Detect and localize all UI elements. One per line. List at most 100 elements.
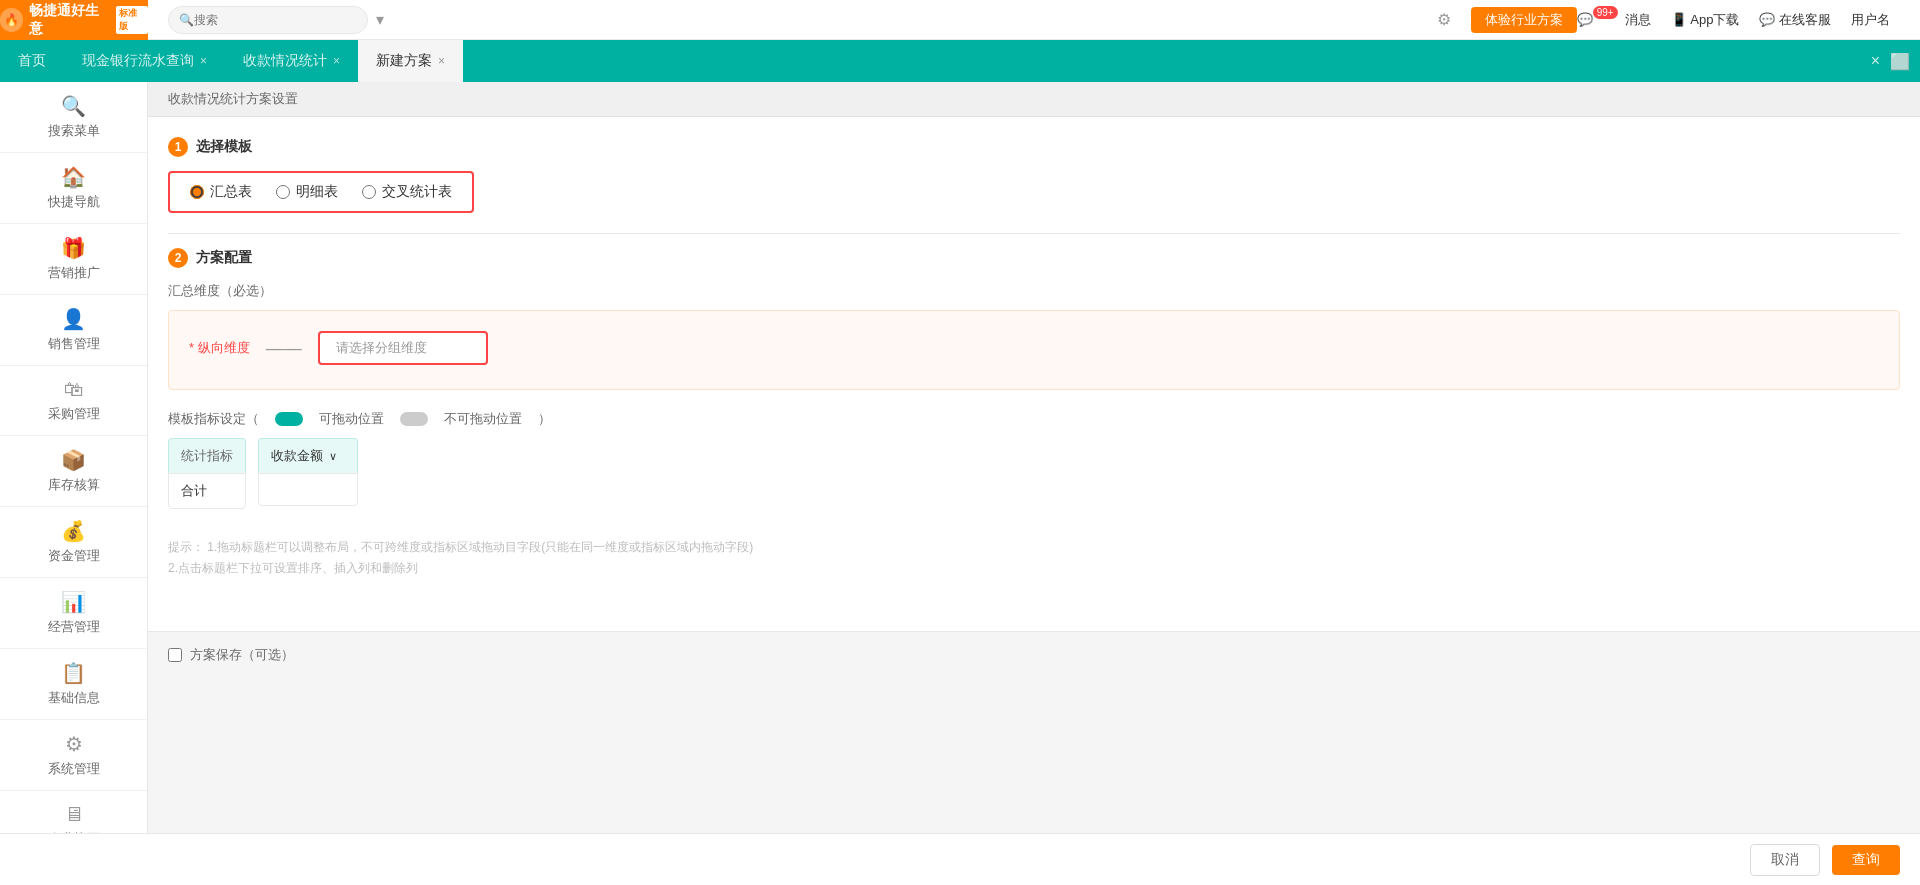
dimension-placeholder: 请选择分组维度 [336, 340, 427, 355]
bottom-bar: 取消 查询 [0, 833, 1920, 885]
metrics-col-header[interactable]: 收款金额 ∨ [258, 438, 358, 473]
metrics-table-wrapper: 统计指标 合计 收款金额 ∨ [168, 438, 1900, 509]
logo-icon: 🔥 [0, 8, 23, 32]
radio-cross-label: 交叉统计表 [382, 183, 452, 201]
step2-number: 2 [168, 248, 188, 268]
tab-new-plan-close[interactable]: × [438, 54, 445, 68]
breadcrumb-text: 收款情况统计方案设置 [168, 91, 298, 106]
tab-cash-bank-close[interactable]: × [200, 54, 207, 68]
search-bar-area: 🔍 ▾ [148, 6, 1437, 34]
main-layout: 🔍 搜索菜单 🏠 快捷导航 🎁 营销推广 👤 销售管理 🛍 采购管理 📦 库存核… [0, 82, 1920, 833]
template-option-detail[interactable]: 明细表 [276, 183, 338, 201]
save-label: 方案保存（可选） [190, 646, 294, 664]
dimension-row: 纵向维度 —— 请选择分组维度 [189, 331, 1879, 365]
metrics-value-row [258, 473, 358, 506]
divider-1 [168, 233, 1900, 234]
draggable-label: 可拖动位置 [319, 410, 384, 428]
sidebar-item-label: 资金管理 [48, 547, 100, 565]
management-icon: 📊 [61, 590, 86, 614]
template-selection-box: 汇总表 明细表 交叉统计表 [168, 171, 474, 213]
app-download[interactable]: 📱 App下载 [1671, 11, 1739, 29]
sidebar-item-enterprise[interactable]: 🖥 企业协同 [0, 791, 147, 833]
stats-total-label: 合计 [181, 483, 207, 498]
step2-title: 方案配置 [196, 249, 252, 267]
service-icon: 💬 [1759, 12, 1775, 27]
radio-cross[interactable] [362, 185, 376, 199]
tab-home[interactable]: 首页 [0, 40, 64, 82]
sidebar-item-search-menu[interactable]: 🔍 搜索菜单 [0, 82, 147, 153]
purchase-icon: 🛍 [64, 378, 84, 401]
dropdown-arrow-icon[interactable]: ▾ [376, 10, 384, 29]
marketing-icon: 🎁 [61, 236, 86, 260]
sidebar-item-management[interactable]: 📊 经营管理 [0, 578, 147, 649]
tip-line-1: 提示： 1.拖动标题栏可以调整布局，不可跨维度或指标区域拖动目字段(只能在同一维… [168, 539, 1900, 556]
metrics-value-column: 收款金额 ∨ [258, 438, 358, 509]
save-section: 方案保存（可选） [148, 631, 1920, 678]
metrics-title: 模板指标设定（ [168, 410, 259, 428]
step1-header: 1 选择模板 [168, 137, 1900, 157]
tab-new-plan-label: 新建方案 [376, 52, 432, 70]
download-label: App下载 [1690, 12, 1739, 27]
sidebar-item-label: 营销推广 [48, 264, 100, 282]
column-header-label: 收款金额 [271, 447, 323, 465]
cancel-button[interactable]: 取消 [1750, 844, 1820, 876]
dimension-area: 纵向维度 —— 请选择分组维度 [168, 310, 1900, 390]
message-area[interactable]: 💬 99+ 消息 [1577, 11, 1651, 29]
system-icon: ⚙ [65, 732, 83, 756]
sidebar-item-label: 搜索菜单 [48, 122, 100, 140]
sidebar-item-basic-info[interactable]: 📋 基础信息 [0, 649, 147, 720]
message-label: 消息 [1625, 12, 1651, 27]
step2-header: 2 方案配置 [168, 248, 1900, 268]
logo-badge: 标准版 [116, 6, 148, 34]
close-paren: ） [538, 410, 551, 428]
sidebar-item-system[interactable]: ⚙ 系统管理 [0, 720, 147, 791]
template-option-cross[interactable]: 交叉统计表 [362, 183, 452, 201]
radio-detail[interactable] [276, 185, 290, 199]
dimension-title: 汇总维度（必选） [168, 282, 1900, 300]
metrics-section: 模板指标设定（ 可拖动位置 不可拖动位置 ） 统计指标 [168, 410, 1900, 509]
sidebar-item-label: 系统管理 [48, 760, 100, 778]
query-button[interactable]: 查询 [1832, 845, 1900, 875]
radio-detail-label: 明细表 [296, 183, 338, 201]
sidebar-item-purchase[interactable]: 🛍 采购管理 [0, 366, 147, 436]
stats-total-row: 合计 [168, 473, 246, 509]
quick-nav-icon: 🏠 [61, 165, 86, 189]
save-checkbox[interactable] [168, 648, 182, 662]
online-service[interactable]: 💬 在线客服 [1759, 11, 1831, 29]
sidebar-item-label: 采购管理 [48, 405, 100, 423]
sidebar-item-finance[interactable]: 💰 资金管理 [0, 507, 147, 578]
template-option-summary[interactable]: 汇总表 [190, 183, 252, 201]
gear-icon[interactable]: ⚙ [1437, 10, 1451, 29]
step2-section: 2 方案配置 汇总维度（必选） 纵向维度 —— 请选择分组维度 [168, 248, 1900, 591]
tab-cash-bank[interactable]: 现金银行流水查询 × [64, 40, 225, 82]
metrics-section-header: 模板指标设定（ 可拖动位置 不可拖动位置 ） [168, 410, 1900, 428]
search-input[interactable] [194, 13, 344, 27]
user-name[interactable]: 用户名 [1851, 11, 1890, 29]
trial-button[interactable]: 体验行业方案 [1471, 7, 1577, 33]
sidebar-item-quick-nav[interactable]: 🏠 快捷导航 [0, 153, 147, 224]
tip-line-2: 2.点击标题栏下拉可设置排序、插入列和删除列 [168, 560, 1900, 577]
form-container: 1 选择模板 汇总表 明细表 交叉统计表 [148, 117, 1920, 631]
sidebar-item-inventory[interactable]: 📦 库存核算 [0, 436, 147, 507]
nav-right-icons: × ⬜ [1871, 52, 1920, 71]
tab-receipt-stats-close[interactable]: × [333, 54, 340, 68]
download-icon: 📱 [1671, 12, 1687, 27]
window-close-icon[interactable]: × [1871, 52, 1880, 70]
sales-icon: 👤 [61, 307, 86, 331]
column-dropdown-icon[interactable]: ∨ [329, 450, 337, 463]
logo: 🔥 畅捷通好生意 标准版 [0, 0, 148, 40]
sidebar: 🔍 搜索菜单 🏠 快捷导航 🎁 营销推广 👤 销售管理 🛍 采购管理 📦 库存核… [0, 82, 148, 833]
tab-new-plan[interactable]: 新建方案 × [358, 40, 463, 82]
stats-label-column: 统计指标 合计 [168, 438, 246, 509]
stats-header-label: 统计指标 [181, 448, 233, 463]
content-area: 收款情况统计方案设置 1 选择模板 汇总表 明细表 [148, 82, 1920, 833]
window-maximize-icon[interactable]: ⬜ [1890, 52, 1910, 71]
sidebar-item-sales[interactable]: 👤 销售管理 [0, 295, 147, 366]
radio-summary[interactable] [190, 185, 204, 199]
sidebar-item-marketing[interactable]: 🎁 营销推广 [0, 224, 147, 295]
step1-title: 选择模板 [196, 138, 252, 156]
tab-receipt-stats-label: 收款情况统计 [243, 52, 327, 70]
tab-receipt-stats[interactable]: 收款情况统计 × [225, 40, 358, 82]
dimension-input-box[interactable]: 请选择分组维度 [318, 331, 488, 365]
radio-summary-label: 汇总表 [210, 183, 252, 201]
